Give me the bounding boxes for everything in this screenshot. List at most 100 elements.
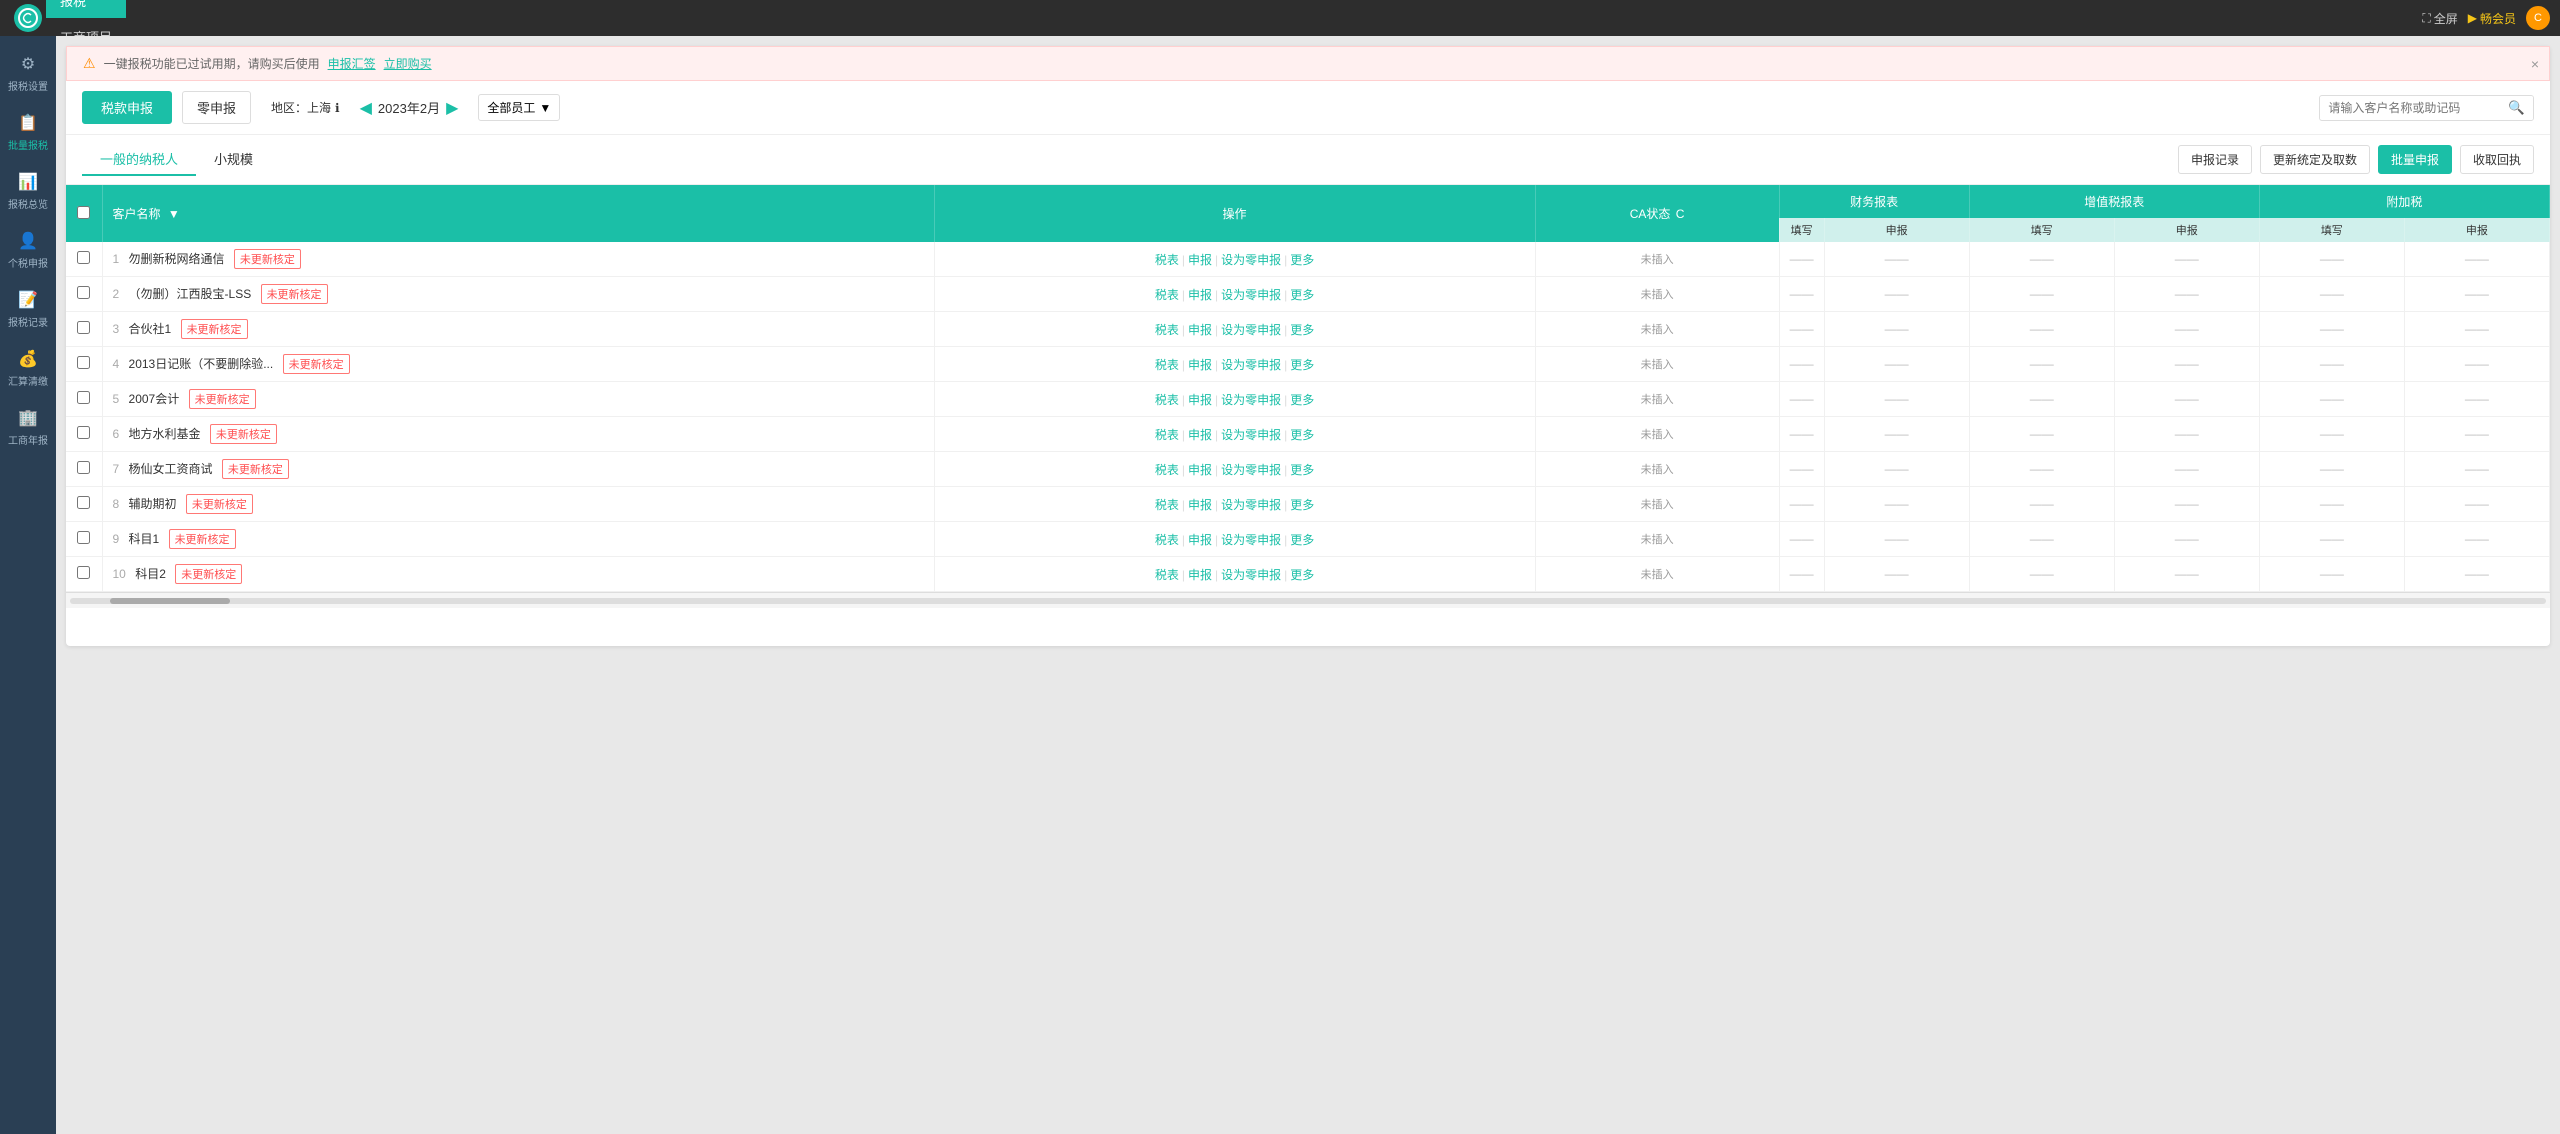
op-link-设为零申报[interactable]: 设为零申报 bbox=[1221, 498, 1281, 512]
select-all-checkbox[interactable] bbox=[77, 206, 90, 219]
row-checkbox-9[interactable] bbox=[77, 566, 90, 579]
tab-general-taxpayer[interactable]: 一般的纳税人 bbox=[82, 143, 196, 176]
tab-small-scale[interactable]: 小规模 bbox=[196, 143, 271, 176]
sidebar-item-批量报税[interactable]: 📋批量报税 bbox=[0, 103, 56, 162]
op-link-税表[interactable]: 税表 bbox=[1155, 323, 1179, 337]
th-ca-status: CA状态 C bbox=[1535, 185, 1779, 242]
next-date-btn[interactable]: ▶ bbox=[446, 98, 458, 118]
banner-buy-link[interactable]: 立即购买 bbox=[384, 55, 432, 72]
op-link-申报[interactable]: 申报 bbox=[1188, 463, 1212, 477]
staff-select[interactable]: 全部员工 ▼ bbox=[478, 94, 560, 121]
op-link-设为零申报[interactable]: 设为零申报 bbox=[1221, 568, 1281, 582]
vip-btn[interactable]: ▶ 畅会员 bbox=[2468, 10, 2516, 27]
sidebar-item-汇算清缴[interactable]: 💰汇算清缴 bbox=[0, 339, 56, 398]
status-tag: 未更新核定 bbox=[234, 249, 301, 269]
op-link-税表[interactable]: 税表 bbox=[1155, 463, 1179, 477]
row-checkbox-5[interactable] bbox=[77, 426, 90, 439]
op-link-更多[interactable]: 更多 bbox=[1290, 428, 1314, 442]
tab-zero-declare[interactable]: 零申报 bbox=[182, 91, 251, 124]
tab-tax-declare[interactable]: 税款申报 bbox=[82, 91, 172, 124]
search-btn[interactable]: 🔍 bbox=[2500, 96, 2533, 120]
op-link-更多[interactable]: 更多 bbox=[1290, 498, 1314, 512]
cell-checkbox[interactable] bbox=[66, 487, 102, 522]
sidebar-item-工商年报[interactable]: 🏢工商年报 bbox=[0, 398, 56, 457]
op-link-申报[interactable]: 申报 bbox=[1188, 428, 1212, 442]
row-checkbox-2[interactable] bbox=[77, 321, 90, 334]
btn-declare-record[interactable]: 申报记录 bbox=[2178, 145, 2252, 174]
row-checkbox-4[interactable] bbox=[77, 391, 90, 404]
logo[interactable] bbox=[10, 0, 46, 36]
op-link-税表[interactable]: 税表 bbox=[1155, 428, 1179, 442]
cell-fin-fill: —— bbox=[1779, 487, 1824, 522]
sidebar-item-报税设置[interactable]: ⚙报税设置 bbox=[0, 44, 56, 103]
sidebar-item-个税申报[interactable]: 👤个税申报 bbox=[0, 221, 56, 280]
op-link-设为零申报[interactable]: 设为零申报 bbox=[1221, 463, 1281, 477]
cell-add-report: —— bbox=[2404, 277, 2549, 312]
op-link-更多[interactable]: 更多 bbox=[1290, 358, 1314, 372]
row-checkbox-1[interactable] bbox=[77, 286, 90, 299]
op-link-设为零申报[interactable]: 设为零申报 bbox=[1221, 533, 1281, 547]
op-link-更多[interactable]: 更多 bbox=[1290, 393, 1314, 407]
cell-checkbox[interactable] bbox=[66, 522, 102, 557]
op-link-更多[interactable]: 更多 bbox=[1290, 288, 1314, 302]
op-link-更多[interactable]: 更多 bbox=[1290, 568, 1314, 582]
op-link-申报[interactable]: 申报 bbox=[1188, 568, 1212, 582]
op-link-申报[interactable]: 申报 bbox=[1188, 323, 1212, 337]
cell-checkbox[interactable] bbox=[66, 557, 102, 592]
op-link-设为零申报[interactable]: 设为零申报 bbox=[1221, 358, 1281, 372]
nav-item-报税[interactable]: 报税 bbox=[46, 0, 126, 18]
op-link-更多[interactable]: 更多 bbox=[1290, 323, 1314, 337]
scroll-thumb[interactable] bbox=[110, 598, 230, 604]
op-link-申报[interactable]: 申报 bbox=[1188, 288, 1212, 302]
cell-ca-status: 未插入 bbox=[1535, 242, 1779, 277]
op-link-设为零申报[interactable]: 设为零申报 bbox=[1221, 323, 1281, 337]
op-link-税表[interactable]: 税表 bbox=[1155, 568, 1179, 582]
op-link-申报[interactable]: 申报 bbox=[1188, 498, 1212, 512]
op-link-设为零申报[interactable]: 设为零申报 bbox=[1221, 253, 1281, 267]
btn-update-data[interactable]: 更新统定及取数 bbox=[2260, 145, 2370, 174]
cell-checkbox[interactable] bbox=[66, 452, 102, 487]
sidebar-icon: ⚙ bbox=[18, 54, 38, 74]
prev-date-btn[interactable]: ◀ bbox=[360, 98, 372, 118]
btn-collect-receipt[interactable]: 收取回执 bbox=[2460, 145, 2534, 174]
op-link-设为零申报[interactable]: 设为零申报 bbox=[1221, 393, 1281, 407]
row-checkbox-6[interactable] bbox=[77, 461, 90, 474]
op-link-税表[interactable]: 税表 bbox=[1155, 498, 1179, 512]
cell-checkbox[interactable] bbox=[66, 347, 102, 382]
op-link-设为零申报[interactable]: 设为零申报 bbox=[1221, 428, 1281, 442]
row-checkbox-3[interactable] bbox=[77, 356, 90, 369]
op-link-税表[interactable]: 税表 bbox=[1155, 358, 1179, 372]
op-link-税表[interactable]: 税表 bbox=[1155, 288, 1179, 302]
op-link-更多[interactable]: 更多 bbox=[1290, 463, 1314, 477]
cell-checkbox[interactable] bbox=[66, 417, 102, 452]
search-input[interactable] bbox=[2320, 97, 2500, 119]
horizontal-scrollbar[interactable] bbox=[66, 592, 2550, 608]
cell-checkbox[interactable] bbox=[66, 242, 102, 277]
op-link-申报[interactable]: 申报 bbox=[1188, 533, 1212, 547]
cell-checkbox[interactable] bbox=[66, 312, 102, 347]
row-checkbox-0[interactable] bbox=[77, 251, 90, 264]
sidebar-item-报税总览[interactable]: 📊报税总览 bbox=[0, 162, 56, 221]
op-link-税表[interactable]: 税表 bbox=[1155, 253, 1179, 267]
btn-batch-declare[interactable]: 批量申报 bbox=[2378, 145, 2452, 174]
row-checkbox-8[interactable] bbox=[77, 531, 90, 544]
fullscreen-btn[interactable]: ⛶ 全屏 bbox=[2422, 10, 2457, 27]
banner-close-btn[interactable]: × bbox=[2531, 56, 2539, 72]
cell-checkbox[interactable] bbox=[66, 277, 102, 312]
cell-tax-fill: —— bbox=[1969, 347, 2114, 382]
op-link-税表[interactable]: 税表 bbox=[1155, 393, 1179, 407]
row-checkbox-7[interactable] bbox=[77, 496, 90, 509]
op-link-申报[interactable]: 申报 bbox=[1188, 253, 1212, 267]
op-link-申报[interactable]: 申报 bbox=[1188, 358, 1212, 372]
row-no: 4 bbox=[113, 357, 120, 371]
op-link-申报[interactable]: 申报 bbox=[1188, 393, 1212, 407]
avatar[interactable]: C bbox=[2526, 6, 2550, 30]
cell-checkbox[interactable] bbox=[66, 382, 102, 417]
sidebar-item-报税记录[interactable]: 📝报税记录 bbox=[0, 280, 56, 339]
banner-apply-link[interactable]: 申报汇签 bbox=[328, 55, 376, 72]
op-link-更多[interactable]: 更多 bbox=[1290, 253, 1314, 267]
op-link-税表[interactable]: 税表 bbox=[1155, 533, 1179, 547]
cell-tax-report: —— bbox=[2114, 417, 2259, 452]
op-link-设为零申报[interactable]: 设为零申报 bbox=[1221, 288, 1281, 302]
op-link-更多[interactable]: 更多 bbox=[1290, 533, 1314, 547]
